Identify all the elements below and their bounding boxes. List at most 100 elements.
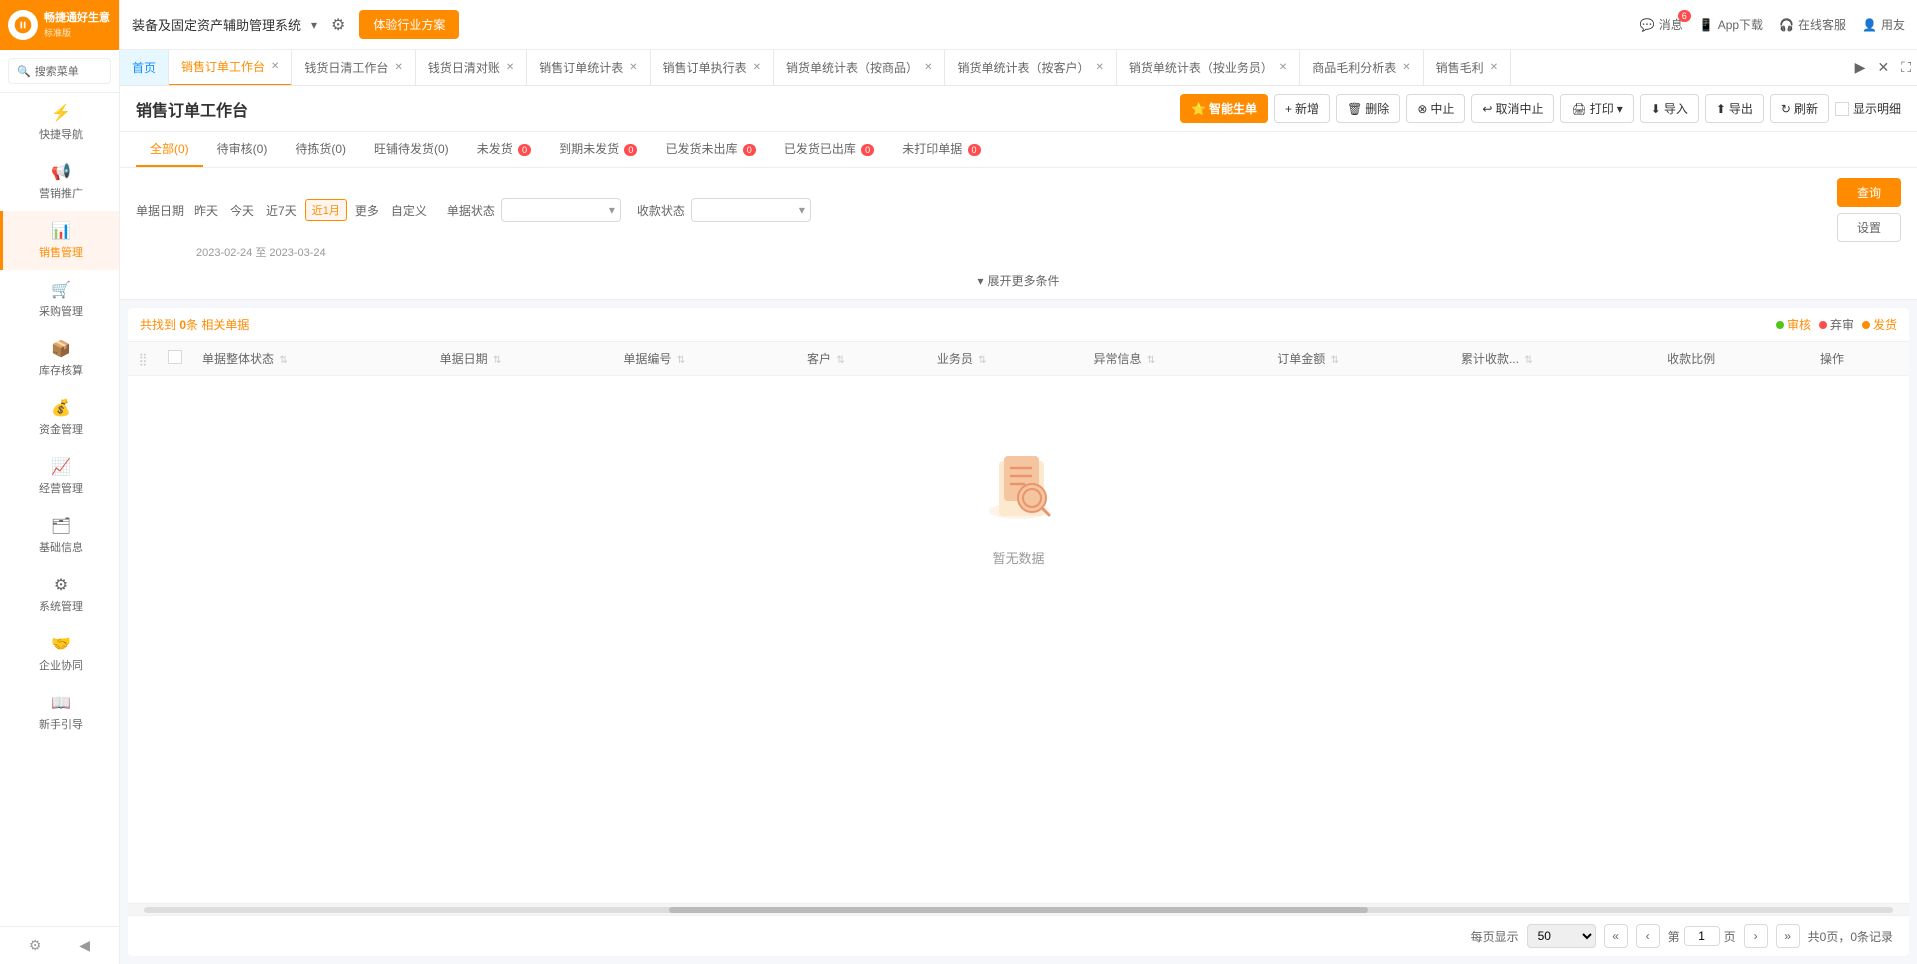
sidebar-item-purchase[interactable]: 🛒 采购管理 xyxy=(0,270,119,329)
sidebar-search-button[interactable]: 🔍 搜索菜单 xyxy=(8,58,111,84)
tab-close-icon[interactable]: ✕ xyxy=(271,61,279,72)
filter-tab-overdue-ship[interactable]: 到期未发货 0 xyxy=(545,132,651,167)
tab-sales-exec[interactable]: 销售订单执行表 ✕ xyxy=(651,50,774,86)
tab-close-icon[interactable]: ✕ xyxy=(1402,62,1410,73)
sidebar-item-enterprise[interactable]: 🤝 企业协同 xyxy=(0,624,119,683)
tab-close-icon[interactable]: ✕ xyxy=(394,62,402,73)
add-button[interactable]: + 新增 xyxy=(1274,94,1330,123)
last-page-button[interactable]: » xyxy=(1776,924,1800,948)
date-option-more[interactable]: 更多 xyxy=(351,200,383,221)
sort-number-icon[interactable]: ⇅ xyxy=(677,355,685,366)
sidebar-item-guide[interactable]: 📖 新手引导 xyxy=(0,683,119,742)
sort-amount-icon[interactable]: ⇅ xyxy=(1331,355,1339,366)
filter-tab-not-printed[interactable]: 未打印单据 0 xyxy=(888,132,994,167)
filter-tab-label: 待审核(0) xyxy=(217,142,268,156)
tab-close-icon[interactable]: ✕ xyxy=(1095,62,1103,73)
user-menu[interactable]: 👤 用友 xyxy=(1862,16,1905,33)
sidebar-item-sales[interactable]: 📊 销售管理 xyxy=(0,211,119,270)
system-dropdown[interactable]: ▾ xyxy=(311,18,317,32)
search-settings-button[interactable]: 设置 xyxy=(1837,213,1901,242)
filter-tab-shipped-not-out[interactable]: 已发货未出库 0 xyxy=(651,132,769,167)
sort-date-icon[interactable]: ⇅ xyxy=(493,355,501,366)
expand-row: ▾ 展开更多条件 xyxy=(136,266,1901,289)
review-dot xyxy=(1776,321,1784,329)
sort-staff-icon[interactable]: ⇅ xyxy=(978,355,986,366)
topbar-settings-icon[interactable]: ⚙ xyxy=(331,15,345,35)
filter-tab-all[interactable]: 全部(0) xyxy=(136,132,203,167)
sidebar-item-inventory[interactable]: 📦 库存核算 xyxy=(0,329,119,388)
app-download-button[interactable]: 📱 App下载 xyxy=(1699,16,1763,33)
sort-exception-icon[interactable]: ⇅ xyxy=(1147,355,1155,366)
sidebar-item-marketing[interactable]: 📢 营销推广 xyxy=(0,152,119,211)
next-page-button[interactable]: › xyxy=(1744,924,1768,948)
scrollbar-thumb[interactable] xyxy=(669,907,1369,913)
cancel-stop-button[interactable]: ↩ 取消中止 xyxy=(1471,94,1554,123)
tab-home[interactable]: 首页 xyxy=(120,50,169,86)
tab-close-icon[interactable]: ✕ xyxy=(924,62,932,73)
tab-fullscreen-button[interactable]: ⛶ xyxy=(1895,50,1917,86)
filter-tab-not-shipped[interactable]: 未发货 0 xyxy=(463,132,545,167)
status-select[interactable] xyxy=(501,198,621,222)
query-button[interactable]: 查询 xyxy=(1837,178,1901,207)
table-actions: 审核 弃审 发货 xyxy=(1776,316,1897,333)
tab-product-margin[interactable]: 商品毛利分析表 ✕ xyxy=(1300,50,1423,86)
sort-customer-icon[interactable]: ⇅ xyxy=(836,355,844,366)
review-action-button[interactable]: 审核 xyxy=(1776,316,1811,333)
select-all-checkbox[interactable] xyxy=(168,350,182,364)
payment-select[interactable] xyxy=(691,198,811,222)
print-button[interactable]: 🖨 打印 ▾ xyxy=(1560,94,1633,123)
sidebar-item-basic-info[interactable]: 🗂 基础信息 xyxy=(0,506,119,565)
collapse-sidebar-button[interactable]: ◀ xyxy=(79,937,90,954)
prev-page-button[interactable]: ‹ xyxy=(1636,924,1660,948)
tab-sales-summary-product[interactable]: 销货单统计表（按商品） ✕ xyxy=(774,50,945,86)
settings-bottom-button[interactable]: ⚙ xyxy=(29,937,42,954)
refresh-button[interactable]: ↻ 刷新 xyxy=(1770,94,1829,123)
tab-sales-workbench[interactable]: 销售订单工作台 ✕ xyxy=(169,50,292,86)
date-option-yesterday[interactable]: 昨天 xyxy=(190,200,222,221)
first-page-button[interactable]: « xyxy=(1604,924,1628,948)
filter-tab-shipped-out[interactable]: 已发货已出库 0 xyxy=(770,132,888,167)
tab-close-icon[interactable]: ✕ xyxy=(629,62,637,73)
tab-close-icon[interactable]: ✕ xyxy=(753,62,761,73)
filter-tab-pending-review[interactable]: 待审核(0) xyxy=(203,132,282,167)
tab-cash-daily[interactable]: 钱货日清工作台 ✕ xyxy=(292,50,415,86)
sort-status-icon[interactable]: ⇅ xyxy=(279,355,287,366)
date-option-custom[interactable]: 自定义 xyxy=(387,200,431,221)
tab-sales-margin[interactable]: 销售毛利 ✕ xyxy=(1424,50,1511,86)
filter-tab-pending-inspect[interactable]: 待拣货(0) xyxy=(281,132,360,167)
sidebar-item-quick-nav[interactable]: ⚡ 快捷导航 xyxy=(0,93,119,152)
tab-close-icon[interactable]: ✕ xyxy=(1490,62,1498,73)
expand-conditions-button[interactable]: ▾ 展开更多条件 xyxy=(977,272,1059,289)
export-button[interactable]: ⬆ 导出 xyxy=(1705,94,1764,123)
tab-scroll-right-button[interactable]: ▶ xyxy=(1849,50,1872,86)
delete-button[interactable]: 🗑 删除 xyxy=(1336,94,1400,123)
industry-solution-button[interactable]: 体验行业方案 xyxy=(359,10,459,39)
page-input[interactable] xyxy=(1684,926,1720,946)
sidebar-item-operations[interactable]: 📈 经营管理 xyxy=(0,447,119,506)
filter-tab-label: 已发货已出库 xyxy=(784,142,856,156)
date-option-today[interactable]: 今天 xyxy=(226,200,258,221)
sidebar-item-system[interactable]: ⚙ 系统管理 xyxy=(0,565,119,624)
sort-collected-icon[interactable]: ⇅ xyxy=(1524,355,1532,366)
tab-cash-reconcile[interactable]: 钱货日清对账 ✕ xyxy=(416,50,527,86)
tab-sales-stats[interactable]: 销售订单统计表 ✕ xyxy=(527,50,650,86)
show-detail-checkbox[interactable]: 显示明细 xyxy=(1835,100,1901,117)
per-page-select[interactable]: 50 10 20 100 xyxy=(1527,924,1596,948)
horizontal-scrollbar[interactable] xyxy=(128,903,1909,915)
sidebar-item-finance[interactable]: 💰 资金管理 xyxy=(0,388,119,447)
online-service-button[interactable]: 🎧 在线客服 xyxy=(1779,16,1846,33)
filter-tab-wangpu-ship[interactable]: 旺铺待发货(0) xyxy=(360,132,463,167)
tab-close-icon[interactable]: ✕ xyxy=(1279,62,1287,73)
cancel-review-action-button[interactable]: 弃审 xyxy=(1819,316,1854,333)
date-option-7days[interactable]: 近7天 xyxy=(262,200,301,221)
message-button[interactable]: 💬 消息 6 xyxy=(1640,16,1683,33)
import-button[interactable]: ⬇ 导入 xyxy=(1640,94,1699,123)
tab-close-all-button[interactable]: ✕ xyxy=(1871,50,1895,86)
date-option-1month[interactable]: 近1月 xyxy=(305,199,347,221)
stop-button[interactable]: ⊗ 中止 xyxy=(1406,94,1465,123)
tab-sales-summary-customer[interactable]: 销货单统计表（按客户） ✕ xyxy=(945,50,1116,86)
tab-close-icon[interactable]: ✕ xyxy=(506,62,514,73)
smart-generate-button[interactable]: ⭐ 智能生单 xyxy=(1180,94,1268,123)
tab-sales-summary-staff[interactable]: 销货单统计表（按业务员） ✕ xyxy=(1117,50,1300,86)
ship-action-button[interactable]: 发货 xyxy=(1862,316,1897,333)
